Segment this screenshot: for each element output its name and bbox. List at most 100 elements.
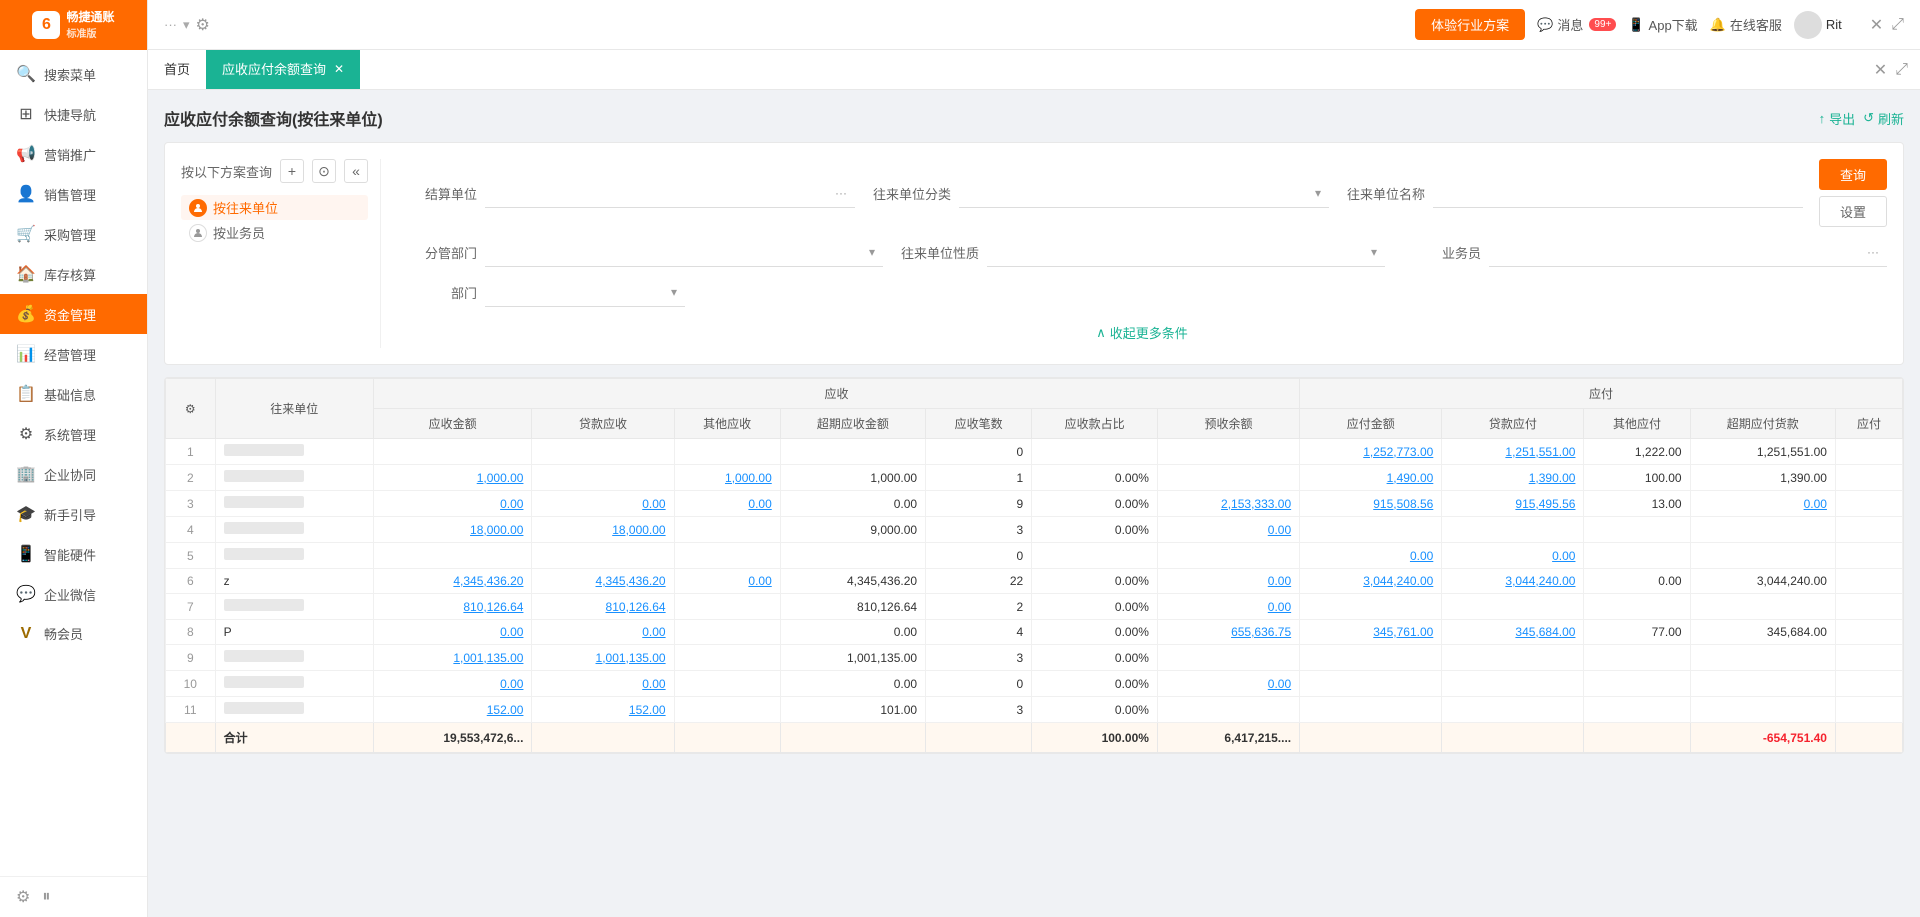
cell-ap-loan[interactable]: 1,390.00 (1442, 465, 1584, 491)
refresh-button[interactable]: ↺ 刷新 (1863, 109, 1904, 128)
cell-ar-loan[interactable]: 18,000.00 (532, 517, 674, 543)
scheme-by-partner[interactable]: 按往来单位 (181, 195, 368, 220)
cell-ar-amount[interactable]: 1,001,135.00 (373, 645, 532, 671)
cell-ar-amount[interactable]: 4,345,436.20 (373, 569, 532, 594)
cell-ap-loan[interactable]: 915,495.56 (1442, 491, 1584, 517)
cell-ap-amount[interactable]: 0.00 (1300, 543, 1442, 569)
cell-ar-loan[interactable]: 152.00 (532, 697, 674, 723)
collapse-scheme-btn[interactable]: « (344, 159, 368, 183)
page-title: 应收应付余额查询(按往来单位) (164, 106, 383, 130)
cell-ar-other[interactable]: 0.00 (674, 491, 780, 517)
col-ar-count: 应收笔数 (926, 409, 1032, 439)
cell-ar-prepay[interactable]: 655,636.75 (1157, 620, 1299, 645)
col-ap-loan: 贷款应付 (1442, 409, 1584, 439)
field-partner-nature: 往来单位性质 ▾ (899, 237, 1385, 267)
close-window-icon[interactable]: ✕ (1870, 15, 1883, 35)
cell-ar-amount[interactable]: 0.00 (373, 491, 532, 517)
breadcrumb-text: ··· (164, 17, 177, 32)
cell-ar-prepay[interactable]: 0.00 (1157, 517, 1299, 543)
cell-ar-loan[interactable]: 4,345,436.20 (532, 569, 674, 594)
sidebar-item-inventory[interactable]: 🏠 库存核算 (0, 254, 147, 294)
cell-ar-amount[interactable]: 1,000.00 (373, 465, 532, 491)
sidebar: 6 畅捷通账 标准版 🔍 搜索菜单 ⊞ 快捷导航 📢 营销推广 👤 销售管理 🛒… (0, 0, 148, 917)
tab-expand-btn[interactable]: ⤢ (1895, 61, 1908, 79)
sidebar-item-guide[interactable]: 🎓 新手引导 (0, 494, 147, 534)
footer-settings-icon[interactable]: ⚙ (16, 887, 30, 907)
cell-ar-prepay[interactable]: 0.00 (1157, 569, 1299, 594)
user-profile[interactable]: Rit (1794, 11, 1842, 39)
cell-ar-amount[interactable]: 152.00 (373, 697, 532, 723)
cell-ar-prepay[interactable]: 0.00 (1157, 594, 1299, 620)
col-settings[interactable]: ⚙ (166, 379, 216, 439)
expand-window-icon[interactable]: ⤢ (1891, 16, 1904, 34)
cell-ap-amount[interactable]: 1,490.00 (1300, 465, 1442, 491)
tab-home[interactable]: 首页 (148, 50, 206, 89)
sidebar-item-marketing[interactable]: 📢 营销推广 (0, 134, 147, 174)
cell-ap-loan[interactable]: 1,251,551.00 (1442, 439, 1584, 465)
department-label: 部门 (397, 283, 477, 302)
department-select[interactable]: ▾ (485, 277, 685, 307)
sidebar-item-enterprise[interactable]: 🏢 企业协同 (0, 454, 147, 494)
sidebar-item-operation[interactable]: 📊 经营管理 (0, 334, 147, 374)
partner-category-select[interactable]: ▾ (959, 178, 1329, 208)
cell-ar-loan[interactable]: 0.00 (532, 491, 674, 517)
cell-ap-amount[interactable]: 1,252,773.00 (1300, 439, 1442, 465)
sidebar-item-finance[interactable]: 💰 资金管理 (0, 294, 147, 334)
sidebar-item-quick[interactable]: ⊞ 快捷导航 (0, 94, 147, 134)
cell-ap-amount[interactable]: 345,761.00 (1300, 620, 1442, 645)
cell-ar-amount[interactable]: 810,126.64 (373, 594, 532, 620)
cell-ap-loan[interactable]: 3,044,240.00 (1442, 569, 1584, 594)
scheme-by-salesperson[interactable]: 按业务员 (181, 220, 368, 245)
partner-nature-select[interactable]: ▾ (987, 237, 1385, 267)
cell-ap-loan[interactable]: 345,684.00 (1442, 620, 1584, 645)
tab-query[interactable]: 应收应付余额查询 ✕ (206, 50, 360, 89)
settlement-unit-input[interactable]: ··· (485, 178, 855, 208)
settings-scheme-btn[interactable]: ⊙ (312, 159, 336, 183)
cell-ar-amount[interactable]: 18,000.00 (373, 517, 532, 543)
message-btn[interactable]: 💬 消息 99+ (1537, 15, 1616, 34)
cell-ar-loan[interactable]: 0.00 (532, 671, 674, 697)
sidebar-item-search[interactable]: 🔍 搜索菜单 (0, 54, 147, 94)
salesperson-input[interactable]: ··· (1489, 237, 1887, 267)
export-button[interactable]: ↑ 导出 (1819, 109, 1856, 128)
cell-ar-loan[interactable]: 1,001,135.00 (532, 645, 674, 671)
cell-ap-overdue[interactable]: 0.00 (1690, 491, 1835, 517)
collapse-filter-btn[interactable]: ∧ 收起更多条件 (397, 317, 1887, 348)
sidebar-item-hardware[interactable]: 📱 智能硬件 (0, 534, 147, 574)
dept-manager-select[interactable]: ▾ (485, 237, 883, 267)
sidebar-item-purchase[interactable]: 🛒 采购管理 (0, 214, 147, 254)
online-service-btn[interactable]: 🔔 在线客服 (1710, 15, 1782, 34)
header-gear-icon[interactable]: ⚙ (196, 15, 210, 35)
cell-ar-loan[interactable]: 0.00 (532, 620, 674, 645)
cell-ar-other[interactable]: 1,000.00 (674, 465, 780, 491)
cell-ar-other[interactable]: 0.00 (674, 569, 780, 594)
cell-ar-prepay[interactable]: 0.00 (1157, 671, 1299, 697)
sidebar-footer: ⚙ ⏸ (0, 876, 147, 917)
cell-ap-overdue: 1,390.00 (1690, 465, 1835, 491)
promo-button[interactable]: 体验行业方案 (1415, 9, 1525, 40)
app-download-btn[interactable]: 📱 App下载 (1628, 15, 1697, 34)
sidebar-item-basic[interactable]: 📋 基础信息 (0, 374, 147, 414)
cell-ar-amount[interactable]: 0.00 (373, 620, 532, 645)
cell-ar-loan[interactable]: 810,126.64 (532, 594, 674, 620)
export-label: 导出 (1829, 109, 1855, 128)
cell-ap-amount[interactable]: 3,044,240.00 (1300, 569, 1442, 594)
sidebar-item-sales[interactable]: 👤 销售管理 (0, 174, 147, 214)
cell-ap-loan[interactable]: 0.00 (1442, 543, 1584, 569)
cell-ar-ratio: 0.00% (1032, 465, 1158, 491)
cell-ap-amount[interactable]: 915,508.56 (1300, 491, 1442, 517)
partner-name-input[interactable] (1433, 178, 1803, 208)
query-button[interactable]: 查询 (1819, 159, 1887, 190)
settings-button[interactable]: 设置 (1819, 196, 1887, 227)
cell-ar-prepay[interactable]: 2,153,333.00 (1157, 491, 1299, 517)
sidebar-item-wechat[interactable]: 💬 企业微信 (0, 574, 147, 614)
sidebar-item-system[interactable]: ⚙ 系统管理 (0, 414, 147, 454)
add-scheme-btn[interactable]: + (280, 159, 304, 183)
main-container: 首页 应收应付余额查询 ✕ ✕ ⤢ 应收应付余额查询(按往来单位) ↑ 导出 ↺… (148, 50, 1920, 917)
cell-ar-amount[interactable]: 0.00 (373, 671, 532, 697)
tab-close-btn[interactable]: ✕ (1874, 60, 1887, 80)
sidebar-item-member[interactable]: V 畅会员 (0, 614, 147, 653)
footer-collapse-icon[interactable]: ⏸ (42, 888, 50, 906)
tab-close-icon[interactable]: ✕ (334, 62, 344, 76)
cell-ap-extra (1835, 491, 1902, 517)
